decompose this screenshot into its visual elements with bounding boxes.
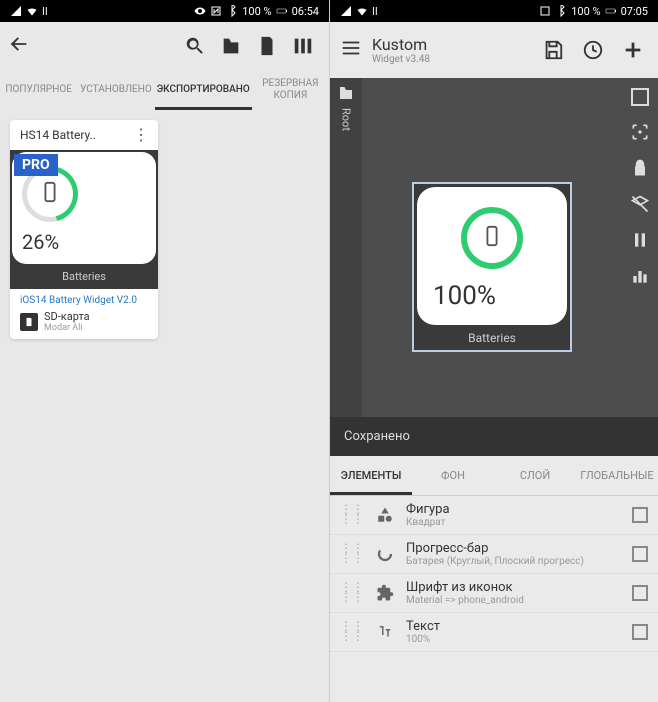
- bluetooth-icon: [226, 5, 238, 17]
- file-button[interactable]: [249, 35, 285, 57]
- folder-icon: [337, 84, 355, 102]
- checkbox[interactable]: [632, 546, 648, 562]
- back-button[interactable]: [8, 33, 40, 59]
- toolbar-left: [0, 22, 329, 70]
- signal-icon: [10, 5, 22, 17]
- tabs-right: ЭЛЕМЕНТЫ ФОН СЛОЙ ГЛОБАЛЬНЫЕ: [330, 456, 658, 496]
- drag-handle[interactable]: ⋮⋮⋮⋮: [340, 505, 364, 524]
- percent-text: 26%: [22, 230, 146, 254]
- battery-icon: [276, 5, 288, 17]
- list-item[interactable]: ⋮⋮⋮⋮ Текст100%: [330, 613, 658, 652]
- pause-icon[interactable]: [630, 230, 650, 250]
- tabs-left: ПОПУЛЯРНОЕ УСТАНОВЛЕНО ЭКСПОРТИРОВАНО РЕ…: [0, 70, 329, 110]
- list-item[interactable]: ⋮⋮⋮⋮ Прогресс-барБатарея (Круглый, Плоск…: [330, 535, 658, 574]
- author-label: Modar Ali: [44, 323, 90, 333]
- tab-backup[interactable]: РЕЗЕРВНАЯ КОПИЯ: [252, 70, 329, 110]
- lock-icon[interactable]: [630, 158, 650, 178]
- preview-label: Batteries: [12, 264, 156, 287]
- tab-background[interactable]: ФОН: [412, 456, 494, 495]
- columns-icon: [292, 35, 314, 57]
- element-list: ⋮⋮⋮⋮ ФигураКвадрат ⋮⋮⋮⋮ Прогресс-барБата…: [330, 496, 658, 652]
- checkbox[interactable]: [632, 624, 648, 640]
- shape-icon: [374, 506, 396, 524]
- iconfont-icon: [374, 584, 396, 602]
- widget-percent: 100%: [433, 281, 551, 311]
- app-title: Kustom: [372, 35, 528, 54]
- text-icon: [374, 623, 396, 641]
- storage-label: SD-карта: [44, 310, 90, 323]
- layers-off-icon[interactable]: [630, 194, 650, 214]
- breadcrumb-rail[interactable]: Root: [330, 78, 362, 456]
- checkbox[interactable]: [632, 507, 648, 523]
- save-icon: [542, 39, 564, 61]
- drag-handle[interactable]: ⋮⋮⋮⋮: [340, 622, 364, 641]
- canvas[interactable]: 100% Batteries: [362, 78, 622, 456]
- tab-popular[interactable]: ПОПУЛЯРНОЕ: [0, 70, 77, 110]
- search-icon: [184, 35, 206, 57]
- tab-installed[interactable]: УСТАНОВЛЕНО: [77, 70, 154, 110]
- pro-badge: PRO: [14, 154, 58, 176]
- tab-layer[interactable]: СЛОЙ: [494, 456, 576, 495]
- toolbar-right: Kustom Widget v3.48: [330, 22, 658, 78]
- list-item[interactable]: ⋮⋮⋮⋮ Шрифт из иконокMaterial => phone_an…: [330, 574, 658, 613]
- drag-handle[interactable]: ⋮⋮⋮⋮: [340, 544, 364, 563]
- sd-icon: [20, 313, 38, 331]
- tool-rail: [622, 78, 658, 456]
- card-title: HS14 Battery..: [20, 128, 96, 142]
- history-button[interactable]: [578, 39, 608, 61]
- tab-elements[interactable]: ЭЛЕМЕНТЫ: [330, 456, 412, 495]
- search-button[interactable]: [177, 35, 213, 57]
- add-button[interactable]: [618, 39, 648, 61]
- checkbox[interactable]: [632, 585, 648, 601]
- equalizer-icon[interactable]: [630, 266, 650, 286]
- focus-icon[interactable]: [630, 122, 650, 142]
- progress-icon: [374, 545, 396, 563]
- app-subtitle: Widget v3.48: [372, 54, 528, 65]
- nfc-icon: [210, 5, 222, 17]
- plus-icon: [622, 39, 644, 61]
- list-item[interactable]: ⋮⋮⋮⋮ ФигураКвадрат: [330, 496, 658, 535]
- status-bar-r: ǀǀ 100 % 07:05: [330, 0, 658, 22]
- stop-icon[interactable]: [631, 88, 649, 106]
- toast: Сохранено: [330, 417, 658, 456]
- meta-title: iOS14 Battery Widget V2.0: [20, 295, 148, 306]
- save-button[interactable]: [538, 39, 568, 61]
- status-bar: ǀǀ 100 % 06:54: [0, 0, 329, 22]
- grid-button[interactable]: [285, 35, 321, 57]
- folder-icon: [220, 35, 242, 57]
- widget-label: Batteries: [417, 325, 567, 347]
- eye-icon: [194, 5, 206, 17]
- widget-card[interactable]: HS14 Battery.. ⋮ PRO 26% Batteries iOS14…: [10, 120, 158, 339]
- battery-ring-full: [461, 207, 523, 269]
- tab-globals[interactable]: ГЛОБАЛЬНЫЕ: [576, 456, 658, 495]
- history-icon: [582, 39, 604, 61]
- wifi-icon: [26, 5, 38, 17]
- widget-preview[interactable]: 100% Batteries: [412, 182, 572, 352]
- file-icon: [256, 35, 278, 57]
- drag-handle[interactable]: ⋮⋮⋮⋮: [340, 583, 364, 602]
- card-menu[interactable]: ⋮: [133, 132, 148, 138]
- tab-exported[interactable]: ЭКСПОРТИРОВАНО: [155, 70, 252, 110]
- root-label: Root: [340, 108, 353, 131]
- folder-button[interactable]: [213, 35, 249, 57]
- menu-button[interactable]: [340, 37, 362, 63]
